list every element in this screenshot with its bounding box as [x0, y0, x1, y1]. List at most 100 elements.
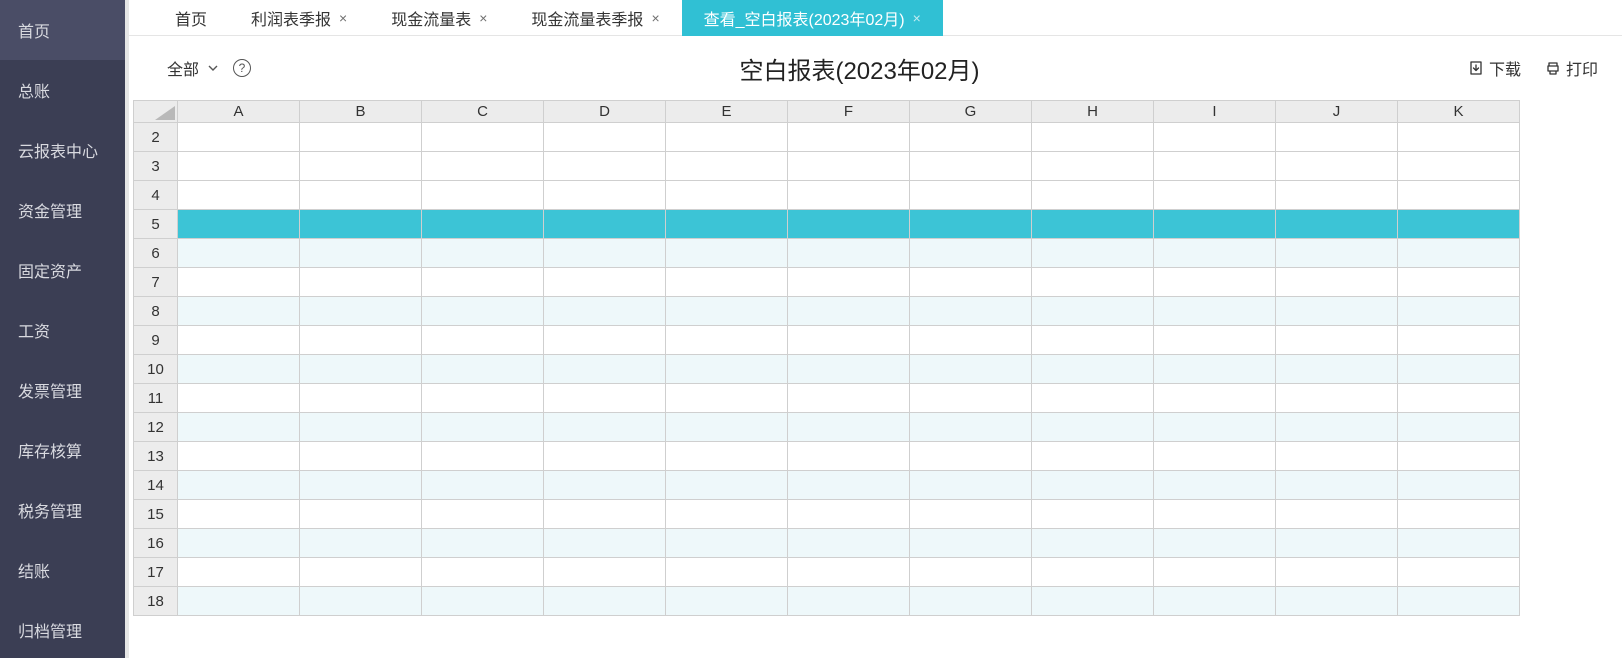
cell-A11[interactable]: [178, 384, 300, 413]
cell-H15[interactable]: [1032, 500, 1154, 529]
cell-C9[interactable]: [422, 326, 544, 355]
cell-B2[interactable]: [300, 123, 422, 152]
row-header-13[interactable]: 13: [134, 442, 178, 471]
row-header-10[interactable]: 10: [134, 355, 178, 384]
filter-dropdown[interactable]: 全部 ?: [167, 56, 251, 80]
tab-0[interactable]: 首页: [153, 0, 229, 36]
cell-D15[interactable]: [544, 500, 666, 529]
cell-G11[interactable]: [910, 384, 1032, 413]
cell-K15[interactable]: [1398, 500, 1520, 529]
close-icon[interactable]: ×: [651, 10, 659, 26]
column-header-E[interactable]: E: [666, 101, 788, 123]
cell-E11[interactable]: [666, 384, 788, 413]
cell-D7[interactable]: [544, 268, 666, 297]
cell-A4[interactable]: [178, 181, 300, 210]
cell-G3[interactable]: [910, 152, 1032, 181]
cell-G7[interactable]: [910, 268, 1032, 297]
cell-B10[interactable]: [300, 355, 422, 384]
sidebar-item-closing[interactable]: 结账: [0, 540, 125, 600]
cell-K10[interactable]: [1398, 355, 1520, 384]
cell-K13[interactable]: [1398, 442, 1520, 471]
cell-F2[interactable]: [788, 123, 910, 152]
column-header-K[interactable]: K: [1398, 101, 1520, 123]
row-header-15[interactable]: 15: [134, 500, 178, 529]
sidebar-item-fixed-assets[interactable]: 固定资产: [0, 240, 125, 300]
cell-E12[interactable]: [666, 413, 788, 442]
cell-H16[interactable]: [1032, 529, 1154, 558]
cell-F4[interactable]: [788, 181, 910, 210]
cell-A18[interactable]: [178, 587, 300, 616]
cell-D13[interactable]: [544, 442, 666, 471]
cell-D14[interactable]: [544, 471, 666, 500]
cell-E6[interactable]: [666, 239, 788, 268]
cell-I18[interactable]: [1154, 587, 1276, 616]
cell-F11[interactable]: [788, 384, 910, 413]
cell-F8[interactable]: [788, 297, 910, 326]
cell-F15[interactable]: [788, 500, 910, 529]
cell-A17[interactable]: [178, 558, 300, 587]
column-header-J[interactable]: J: [1276, 101, 1398, 123]
cell-C16[interactable]: [422, 529, 544, 558]
cell-F5[interactable]: [788, 210, 910, 239]
column-header-H[interactable]: H: [1032, 101, 1154, 123]
cell-E14[interactable]: [666, 471, 788, 500]
cell-K5[interactable]: [1398, 210, 1520, 239]
cell-D4[interactable]: [544, 181, 666, 210]
cell-D3[interactable]: [544, 152, 666, 181]
cell-D9[interactable]: [544, 326, 666, 355]
cell-I11[interactable]: [1154, 384, 1276, 413]
row-header-17[interactable]: 17: [134, 558, 178, 587]
cell-J11[interactable]: [1276, 384, 1398, 413]
row-header-2[interactable]: 2: [134, 123, 178, 152]
tab-2[interactable]: 现金流量表×: [369, 0, 509, 36]
cell-G8[interactable]: [910, 297, 1032, 326]
cell-H12[interactable]: [1032, 413, 1154, 442]
cell-C10[interactable]: [422, 355, 544, 384]
cell-K9[interactable]: [1398, 326, 1520, 355]
row-header-14[interactable]: 14: [134, 471, 178, 500]
cell-A8[interactable]: [178, 297, 300, 326]
cell-K16[interactable]: [1398, 529, 1520, 558]
cell-F12[interactable]: [788, 413, 910, 442]
cell-J12[interactable]: [1276, 413, 1398, 442]
cell-A12[interactable]: [178, 413, 300, 442]
cell-J13[interactable]: [1276, 442, 1398, 471]
cell-C2[interactable]: [422, 123, 544, 152]
cell-E18[interactable]: [666, 587, 788, 616]
sidebar-item-funds[interactable]: 资金管理: [0, 180, 125, 240]
cell-D10[interactable]: [544, 355, 666, 384]
cell-K3[interactable]: [1398, 152, 1520, 181]
cell-J4[interactable]: [1276, 181, 1398, 210]
cell-H5[interactable]: [1032, 210, 1154, 239]
cell-G2[interactable]: [910, 123, 1032, 152]
cell-I10[interactable]: [1154, 355, 1276, 384]
spreadsheet[interactable]: ABCDEFGHIJK23456789101112131415161718: [129, 100, 1622, 658]
cell-H2[interactable]: [1032, 123, 1154, 152]
cell-I3[interactable]: [1154, 152, 1276, 181]
column-header-F[interactable]: F: [788, 101, 910, 123]
column-header-I[interactable]: I: [1154, 101, 1276, 123]
sidebar-item-tax[interactable]: 税务管理: [0, 480, 125, 540]
cell-B4[interactable]: [300, 181, 422, 210]
cell-K17[interactable]: [1398, 558, 1520, 587]
print-button[interactable]: 打印: [1545, 56, 1598, 80]
cell-A15[interactable]: [178, 500, 300, 529]
cell-B18[interactable]: [300, 587, 422, 616]
column-header-A[interactable]: A: [178, 101, 300, 123]
row-header-4[interactable]: 4: [134, 181, 178, 210]
row-header-8[interactable]: 8: [134, 297, 178, 326]
cell-I15[interactable]: [1154, 500, 1276, 529]
cell-D18[interactable]: [544, 587, 666, 616]
cell-G9[interactable]: [910, 326, 1032, 355]
cell-D12[interactable]: [544, 413, 666, 442]
cell-I8[interactable]: [1154, 297, 1276, 326]
cell-E16[interactable]: [666, 529, 788, 558]
cell-J17[interactable]: [1276, 558, 1398, 587]
cell-A9[interactable]: [178, 326, 300, 355]
sidebar-item-salary[interactable]: 工资: [0, 300, 125, 360]
cell-A2[interactable]: [178, 123, 300, 152]
cell-B15[interactable]: [300, 500, 422, 529]
close-icon[interactable]: ×: [479, 10, 487, 26]
cell-K4[interactable]: [1398, 181, 1520, 210]
cell-F10[interactable]: [788, 355, 910, 384]
